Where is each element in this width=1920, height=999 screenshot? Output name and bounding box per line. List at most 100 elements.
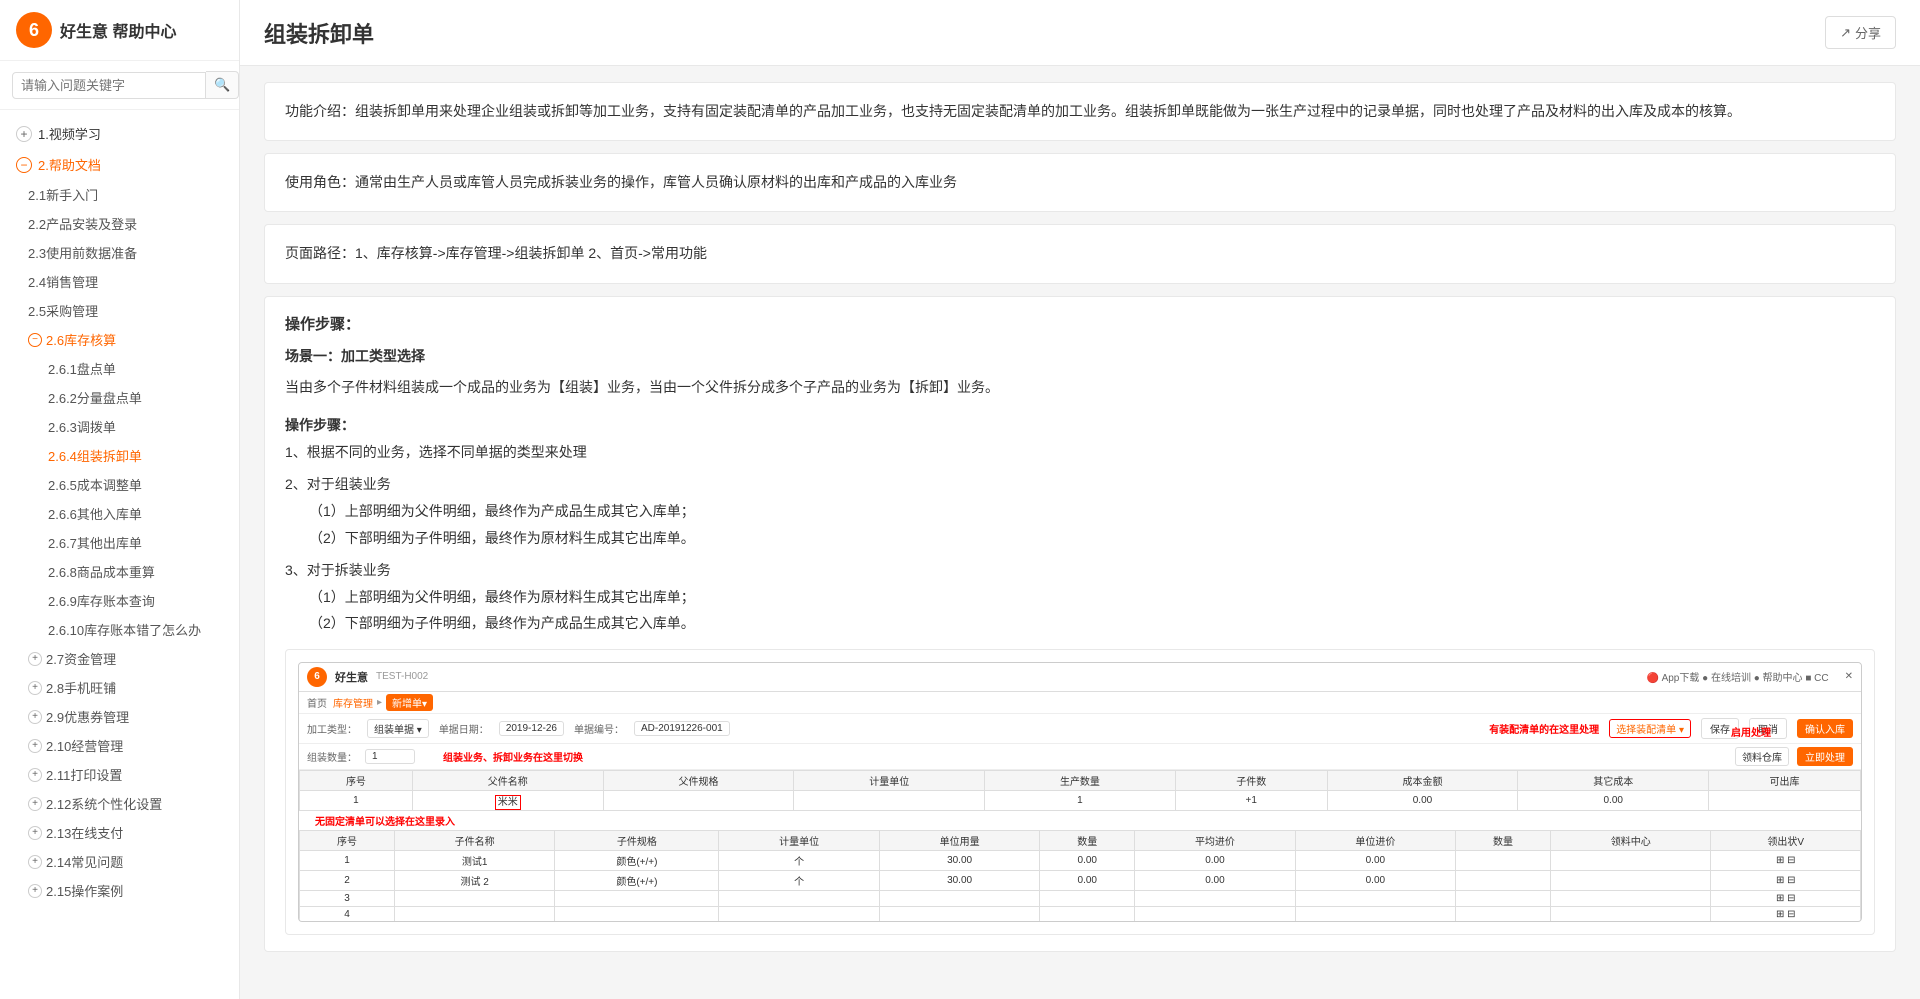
main-header: 组装拆卸单 ↗ 分享 [240, 0, 1920, 66]
sidebar-header: 6 好生意 帮助中心 [0, 0, 239, 61]
intro-block: 功能介绍：组装拆卸单用来处理企业组装或拆卸等加工业务，支持有固定装配清单的产品加… [264, 82, 1896, 141]
nav-plus-2-12: + [28, 797, 42, 811]
ss-num-val: AD-20191226-001 [634, 721, 730, 736]
ss-tab-new: 新增单▾ [386, 694, 433, 711]
ss-assembly-btn: 选择装配清单 ▾ [1609, 719, 1691, 738]
ss-qty-label: 组装数量： [307, 749, 357, 764]
nav-sub-item-2-6-10[interactable]: 2.6.10库存账本错了怎么办 [48, 615, 239, 644]
nav-sub-item-2-6-2[interactable]: 2.6.2分量盘点单 [48, 383, 239, 412]
nav-sub-2-6: 2.6.1盘点单 2.6.2分量盘点单 2.6.3调拨单 2.6.4组装拆卸单 … [28, 354, 239, 644]
nav-plus-2-7: + [28, 652, 42, 666]
nav-sub-item-2-6-5[interactable]: 2.6.5成本调整单 [48, 470, 239, 499]
nav-sub-item-2-6-3[interactable]: 2.6.3调拨单 [48, 412, 239, 441]
ss-num-label: 单据编号： [574, 721, 624, 736]
step3-sub2: （2）下部明细为子件明细，最终作为产成品生成其它入库单。 [285, 610, 1875, 637]
table-row: 1 米米 1 +1 0.00 0.00 [300, 790, 1861, 810]
screenshot-container: 6 好生意 TEST-H002 🔴 App下载 ● 在线培训 ● 帮助中心 ■ … [285, 649, 1875, 935]
nav-sub-item-2-3[interactable]: 2.3使用前数据准备 [28, 238, 239, 267]
ops-title: 操作步骤： [285, 313, 1875, 334]
nav-sub-item-2-2[interactable]: 2.2产品安装及登录 [28, 209, 239, 238]
table-row: 3⊞ ⊟ [300, 890, 1861, 906]
ss-nav-cur: 库存管理 [333, 695, 373, 710]
nav-plus-2-9: + [28, 710, 42, 724]
app-title: 好生意 帮助中心 [60, 18, 176, 42]
ss-icons: 🔴 App下载 ● 在线培训 ● 帮助中心 ■ CC [1647, 669, 1829, 684]
ss-annotation1: 有装配清单的在这里处理 [1489, 721, 1599, 736]
nav-plus-2-10: + [28, 739, 42, 753]
ss-table-area: 序号 父件名称 父件规格 计量单位 生产数量 子件数 成本金额 其它成本 可出库 [299, 770, 1861, 811]
table-row: 4⊞ ⊟ [300, 906, 1861, 922]
nav-label-2: 2.帮助文档 [38, 155, 101, 174]
nav-item-row-2[interactable]: − 2.帮助文档 [0, 149, 239, 180]
role-text: 使用角色：通常由生产人员或库管人员完成拆装业务的操作，库管人员确认原材料的出库和… [285, 174, 957, 190]
nav-plus-icon-1: + [16, 126, 32, 142]
nav-sub-item-2-6-9[interactable]: 2.6.9库存账本查询 [48, 586, 239, 615]
ss-cell-red: 米米 [495, 795, 521, 810]
ss-annotation3: 启用处理 [1731, 724, 1771, 739]
nav-minus-2-6: − [28, 333, 42, 347]
nav-sub-item-2-4[interactable]: 2.4销售管理 [28, 267, 239, 296]
nav-sub-item-2-6-8[interactable]: 2.6.8商品成本重算 [48, 557, 239, 586]
nav-sub-item-2-1[interactable]: 2.1新手入门 [28, 180, 239, 209]
step3-sub1: （1）上部明细为父件明细，最终作为原材料生成其它出库单； [285, 584, 1875, 611]
ss-date-label: 单据日期： [439, 721, 489, 736]
ss-top-table: 序号 父件名称 父件规格 计量单位 生产数量 子件数 成本金额 其它成本 可出库 [299, 770, 1861, 811]
ops-block: 操作步骤： 场景一：加工类型选择 当由多个子件材料组装成一个成品的业务为【组装】… [264, 296, 1896, 952]
nav-label-1: 1.视频学习 [38, 124, 101, 143]
search-box: 🔍 [0, 61, 239, 110]
nav-plus-2-14: + [28, 855, 42, 869]
nav-sub-item-2-5[interactable]: 2.5采购管理 [28, 296, 239, 325]
ss-brand: 好生意 [335, 669, 368, 685]
ss-close: ✕ [1845, 671, 1853, 682]
ops-steps-title: 操作步骤： [285, 412, 1875, 439]
ss-navbar: 首页 库存管理 ▸ 新增单▾ [299, 692, 1861, 714]
ss-confirm-btn[interactable]: 确认入库 [1797, 719, 1853, 738]
nav-sub-item-2-11[interactable]: + 2.11打印设置 [28, 760, 239, 789]
nav-sub-item-2-6-6[interactable]: 2.6.6其他入库单 [48, 499, 239, 528]
ss-qty-val: 1 [365, 749, 415, 764]
nav-sub-item-2-13[interactable]: + 2.13在线支付 [28, 818, 239, 847]
step3: 3、对于拆装业务 [285, 557, 1875, 584]
nav-sub-item-2-6-4[interactable]: 2.6.4组装拆卸单 [48, 441, 239, 470]
nav-sub-item-2-14[interactable]: + 2.14常见问题 [28, 847, 239, 876]
nav-sub-item-2-12[interactable]: + 2.12系统个性化设置 [28, 789, 239, 818]
ss-sub-table: 序号 子件名称 子件规格 计量单位 单位用量 数量 平均进价 单位进价 数量 [299, 830, 1861, 922]
search-input[interactable] [12, 72, 206, 99]
nav-item-row-1[interactable]: + 1.视频学习 [0, 118, 239, 149]
nav-plus-2-15: + [28, 884, 42, 898]
nav-sub-item-2-6-1[interactable]: 2.6.1盘点单 [48, 354, 239, 383]
nav-sub-item-2-8[interactable]: + 2.8手机旺铺 [28, 673, 239, 702]
nav-plus-2-8: + [28, 681, 42, 695]
nav-plus-2-11: + [28, 768, 42, 782]
page-title: 组装拆卸单 [264, 17, 374, 49]
ss-type-select: 组装单据 ▾ [367, 719, 429, 738]
nav-item-1[interactable]: + 1.视频学习 [0, 118, 239, 149]
nav-sub-item-2-15[interactable]: + 2.15操作案例 [28, 876, 239, 905]
path-text: 页面路径：1、库存核算->库存管理->组装拆卸单 2、首页->常用功能 [285, 245, 707, 261]
table-row: 1 测试1 颜色(+/+) 个 30.00 0.00 0.00 0.00 [300, 850, 1861, 870]
nav-sub-item-2-6-7[interactable]: 2.6.7其他出库单 [48, 528, 239, 557]
nav-sub-item-2-6[interactable]: − 2.6库存核算 [28, 325, 239, 354]
nav-item-2[interactable]: − 2.帮助文档 2.1新手入门 2.2产品安装及登录 2.3使用前数据准备 2… [0, 149, 239, 905]
step2: 2、对于组装业务 [285, 471, 1875, 498]
step1: 1、根据不同的业务，选择不同单据的类型来处理 [285, 439, 1875, 466]
share-button[interactable]: ↗ 分享 [1825, 16, 1896, 49]
search-button[interactable]: 🔍 [206, 71, 239, 99]
share-icon: ↗ [1840, 25, 1851, 41]
ss-process-btn[interactable]: 立即处理 [1797, 747, 1853, 766]
step2-sub1: （1）上部明细为父件明细，最终作为产成品生成其它入库单； [285, 498, 1875, 525]
ss-type-label: 加工类型： [307, 721, 357, 736]
content-area: 功能介绍：组装拆卸单用来处理企业组装或拆卸等加工业务，支持有固定装配清单的产品加… [240, 66, 1920, 999]
intro-text: 功能介绍：组装拆卸单用来处理企业组装或拆卸等加工业务，支持有固定装配清单的产品加… [285, 103, 1741, 119]
role-block: 使用角色：通常由生产人员或库管人员完成拆装业务的操作，库管人员确认原材料的出库和… [264, 153, 1896, 212]
nav-sub-item-2-10[interactable]: + 2.10经营管理 [28, 731, 239, 760]
nav-sub-2: 2.1新手入门 2.2产品安装及登录 2.3使用前数据准备 2.4销售管理 2.… [0, 180, 239, 905]
nav-sub-item-2-9[interactable]: + 2.9优惠券管理 [28, 702, 239, 731]
nav-sub-item-2-7[interactable]: + 2.7资金管理 [28, 644, 239, 673]
nav-plus-2-13: + [28, 826, 42, 840]
sidebar: 6 好生意 帮助中心 🔍 + 1.视频学习 − 2.帮助文档 2.1新手入门 [0, 0, 240, 999]
ss-company: TEST-H002 [376, 671, 1639, 682]
scene1-title: 场景一：加工类型选择 [285, 346, 1875, 366]
step2-sub2: （2）下部明细为子件明细，最终作为原材料生成其它出库单。 [285, 525, 1875, 552]
main-content: 组装拆卸单 ↗ 分享 功能介绍：组装拆卸单用来处理企业组装或拆卸等加工业务，支持… [240, 0, 1920, 999]
